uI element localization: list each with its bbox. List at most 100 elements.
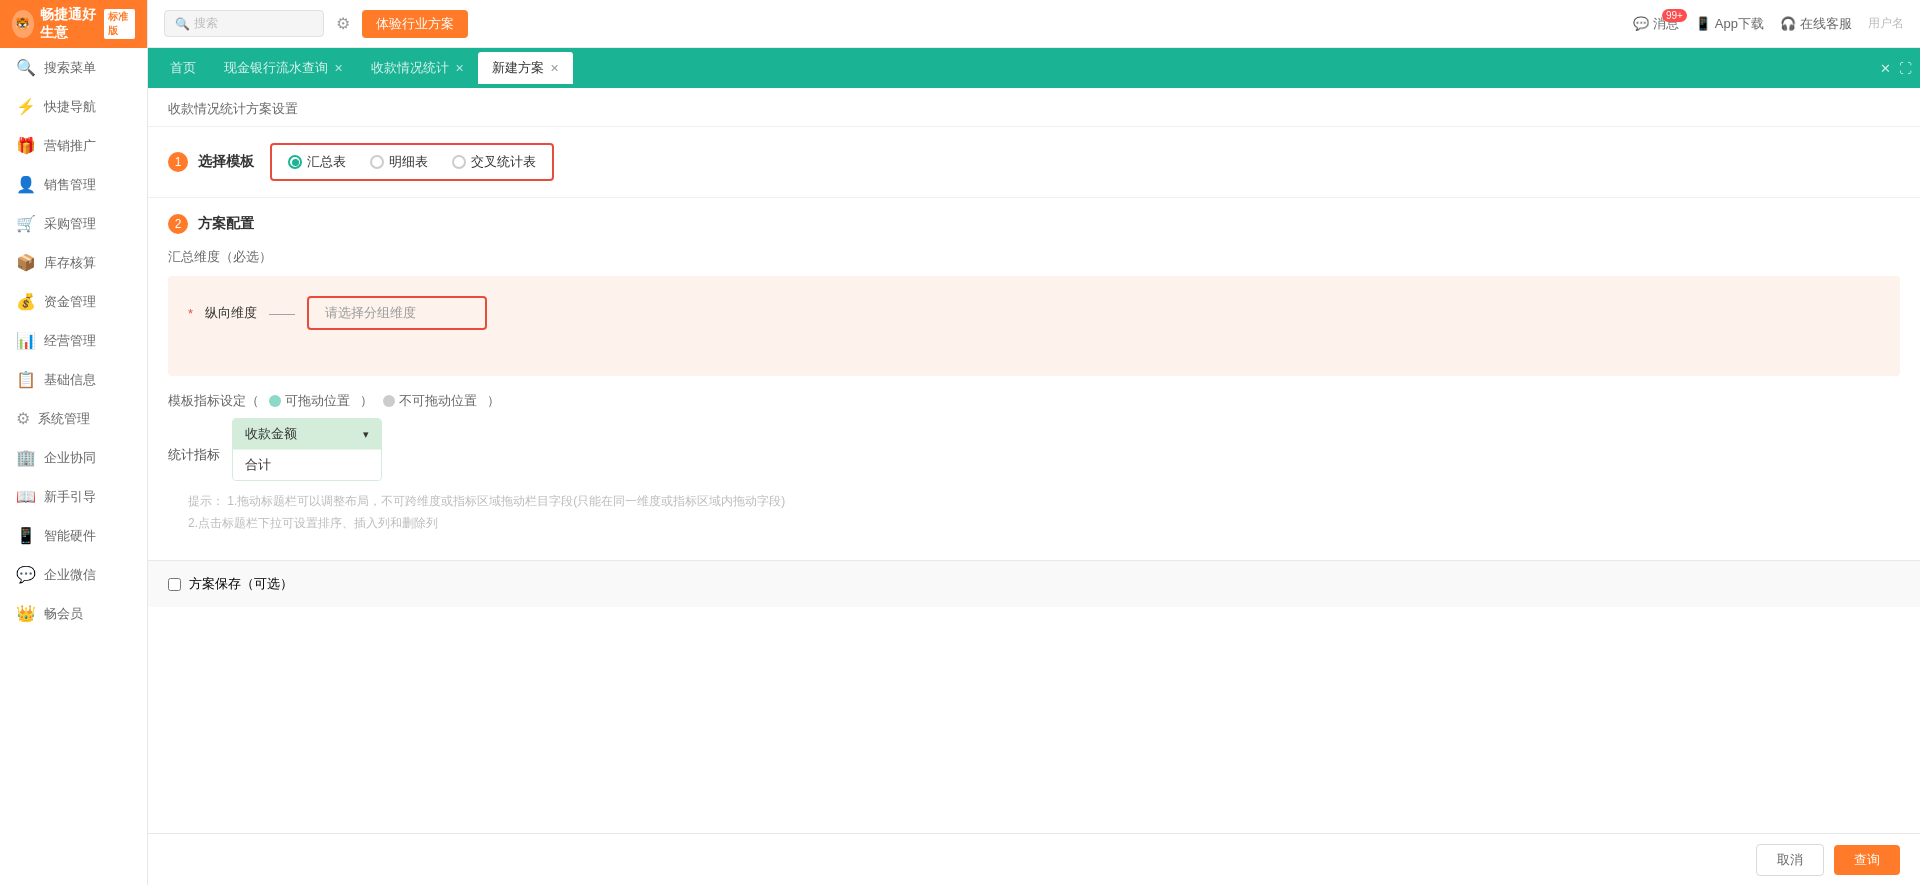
draggable-label: 可拖动位置 — [285, 392, 350, 410]
indicator-settings: 模板指标设定（ 可拖动位置 ） 不可拖动位置 ） — [168, 392, 1900, 481]
wechat-icon: 💬 — [16, 565, 36, 584]
inventory-icon: 📦 — [16, 253, 36, 272]
sidebar-item-search[interactable]: 🔍 搜索菜单 — [0, 48, 147, 87]
tab-collection-stats[interactable]: 收款情况统计 ✕ — [357, 52, 478, 84]
no-drag-badge: 不可拖动位置 — [383, 392, 477, 410]
app-download[interactable]: 📱 App下载 — [1695, 15, 1764, 33]
step2-section: 2 方案配置 汇总维度（必选） * 纵向维度 —— 请选择分组维度 — [148, 197, 1920, 560]
radio-circle-detail — [370, 155, 384, 169]
chevron-down-icon: ▾ — [363, 428, 369, 441]
username: 用户名 — [1868, 15, 1904, 32]
content-area: 收款情况统计方案设置 1 选择模板 汇总表 — [148, 88, 1920, 885]
tab-cash-query[interactable]: 现金银行流水查询 ✕ — [210, 52, 357, 84]
breadcrumb: 收款情况统计方案设置 — [168, 101, 298, 116]
operations-icon: 📊 — [16, 331, 36, 350]
sidebar-item-marketing[interactable]: 🎁 营销推广 — [0, 126, 147, 165]
radio-label-cross: 交叉统计表 — [471, 153, 536, 171]
cancel-button[interactable]: 取消 — [1756, 844, 1824, 876]
logo-icon: 🐯 — [12, 10, 34, 38]
step1-section: 1 选择模板 汇总表 明细表 — [148, 127, 1920, 197]
step2-number: 2 — [168, 214, 188, 234]
radio-circle-cross — [452, 155, 466, 169]
sidebar-item-system[interactable]: ⚙ 系统管理 — [0, 399, 147, 438]
industry-btn[interactable]: 体验行业方案 — [362, 10, 468, 38]
tab-close-icon[interactable]: ✕ — [334, 63, 343, 74]
save-checkbox[interactable] — [168, 578, 181, 591]
separator: ） — [360, 392, 373, 410]
topbar-search[interactable]: 🔍 搜索 — [164, 10, 324, 37]
sidebar-item-label: 系统管理 — [38, 410, 90, 428]
indicator-table: 收款金额 ▾ 合计 — [232, 418, 382, 481]
sidebar-item-label: 智能硬件 — [44, 527, 96, 545]
sidebar-item-guide[interactable]: 📖 新手引导 — [0, 477, 147, 516]
tip-line1: 提示： 1.拖动标题栏可以调整布局，不可跨维度或指标区域拖动栏目字段(只能在同一… — [188, 491, 1880, 513]
tab-new-plan[interactable]: 新建方案 ✕ — [478, 52, 573, 84]
drag-dot-icon — [269, 395, 281, 407]
tips-section: 提示： 1.拖动标题栏可以调整布局，不可跨维度或指标区域拖动栏目字段(只能在同一… — [168, 481, 1900, 544]
tab-home[interactable]: 首页 — [156, 52, 210, 84]
service-icon: 🎧 — [1780, 16, 1796, 31]
notification-badge[interactable]: 💬 消息 99+ — [1633, 15, 1679, 33]
basic-info-icon: 📋 — [16, 370, 36, 389]
edition-badge: 标准版 — [104, 9, 135, 39]
sidebar-item-sales[interactable]: 👤 销售管理 — [0, 165, 147, 204]
bottom-bar: 取消 查询 — [148, 833, 1920, 885]
topbar-search-icon: 🔍 — [175, 17, 190, 31]
sidebar-item-finance[interactable]: 💰 资金管理 — [0, 282, 147, 321]
draggable-badge: 可拖动位置 — [269, 392, 350, 410]
vertical-dimension-label: 纵向维度 — [205, 304, 257, 322]
settings-icon[interactable]: ⚙ — [336, 14, 350, 33]
sidebar-item-label: 基础信息 — [44, 371, 96, 389]
sidebar-logo: 🐯 畅捷通好生意 标准版 — [0, 0, 147, 48]
enterprise-icon: 🏢 — [16, 448, 36, 467]
radio-circle-summary — [288, 155, 302, 169]
dimension-row: * 纵向维度 —— 请选择分组维度 — [188, 296, 1880, 330]
sidebar-item-inventory[interactable]: 📦 库存核算 — [0, 243, 147, 282]
sidebar-item-basic-info[interactable]: 📋 基础信息 — [0, 360, 147, 399]
sidebar-item-quick-nav[interactable]: ⚡ 快捷导航 — [0, 87, 147, 126]
sidebar-item-label: 经营管理 — [44, 332, 96, 350]
app-download-icon: 📱 — [1695, 16, 1711, 31]
step2-label: 2 方案配置 — [168, 214, 1900, 234]
indicator-header: 模板指标设定（ 可拖动位置 ） 不可拖动位置 ） — [168, 392, 1900, 410]
sidebar-item-label: 搜索菜单 — [44, 59, 96, 77]
radio-cross-table[interactable]: 交叉统计表 — [452, 153, 536, 171]
tab-expand-icon[interactable]: ⛶ — [1899, 61, 1912, 76]
notification-count: 99+ — [1662, 9, 1687, 22]
main-area: 🔍 搜索 ⚙ 体验行业方案 💬 消息 99+ 📱 App下载 🎧 在线客服 用户… — [148, 0, 1920, 885]
indicator-col-header[interactable]: 收款金额 ▾ — [233, 419, 381, 449]
sidebar-item-enterprise[interactable]: 🏢 企业协同 — [0, 438, 147, 477]
close-paren: ） — [487, 392, 500, 410]
indicator-section-label-wrapper: 统计指标 — [168, 418, 220, 464]
sidebar-item-purchase[interactable]: 🛒 采购管理 — [0, 204, 147, 243]
radio-detail-table[interactable]: 明细表 — [370, 153, 428, 171]
tab-bar: 首页 现金银行流水查询 ✕ 收款情况统计 ✕ 新建方案 ✕ ✕ ⛶ — [148, 48, 1920, 88]
sidebar-item-label: 库存核算 — [44, 254, 96, 272]
finance-icon: 💰 — [16, 292, 36, 311]
step1-label: 1 选择模板 — [168, 152, 254, 172]
sidebar-item-label: 采购管理 — [44, 215, 96, 233]
dimension-select[interactable]: 请选择分组维度 — [307, 296, 487, 330]
radio-summary-table[interactable]: 汇总表 — [288, 153, 346, 171]
guide-icon: 📖 — [16, 487, 36, 506]
tab-close-active-icon[interactable]: ✕ — [550, 63, 559, 74]
tab-close-window-icon[interactable]: ✕ — [1880, 61, 1891, 76]
sidebar-item-label: 营销推广 — [44, 137, 96, 155]
radio-label-summary: 汇总表 — [307, 153, 346, 171]
purchase-icon: 🛒 — [16, 214, 36, 233]
tip-line2: 2.点击标题栏下拉可设置排序、插入列和删除列 — [188, 513, 1880, 535]
tab-close-icon[interactable]: ✕ — [455, 63, 464, 74]
required-asterisk: * — [188, 306, 193, 321]
sidebar-item-label: 企业协同 — [44, 449, 96, 467]
online-service[interactable]: 🎧 在线客服 — [1780, 15, 1852, 33]
logo-text: 畅捷通好生意 — [40, 6, 104, 42]
sidebar-item-operations[interactable]: 📊 经营管理 — [0, 321, 147, 360]
sidebar-item-label: 资金管理 — [44, 293, 96, 311]
sidebar-item-wechat[interactable]: 💬 企业微信 — [0, 555, 147, 594]
indicator-col-row: 合计 — [233, 449, 381, 480]
query-button[interactable]: 查询 — [1834, 845, 1900, 875]
sidebar-item-smart-hw[interactable]: 📱 智能硬件 — [0, 516, 147, 555]
dimension-area: * 纵向维度 —— 请选择分组维度 — [168, 276, 1900, 376]
sidebar-item-member[interactable]: 👑 畅会员 — [0, 594, 147, 633]
radio-group-template: 汇总表 明细表 交叉统计表 — [270, 143, 554, 181]
